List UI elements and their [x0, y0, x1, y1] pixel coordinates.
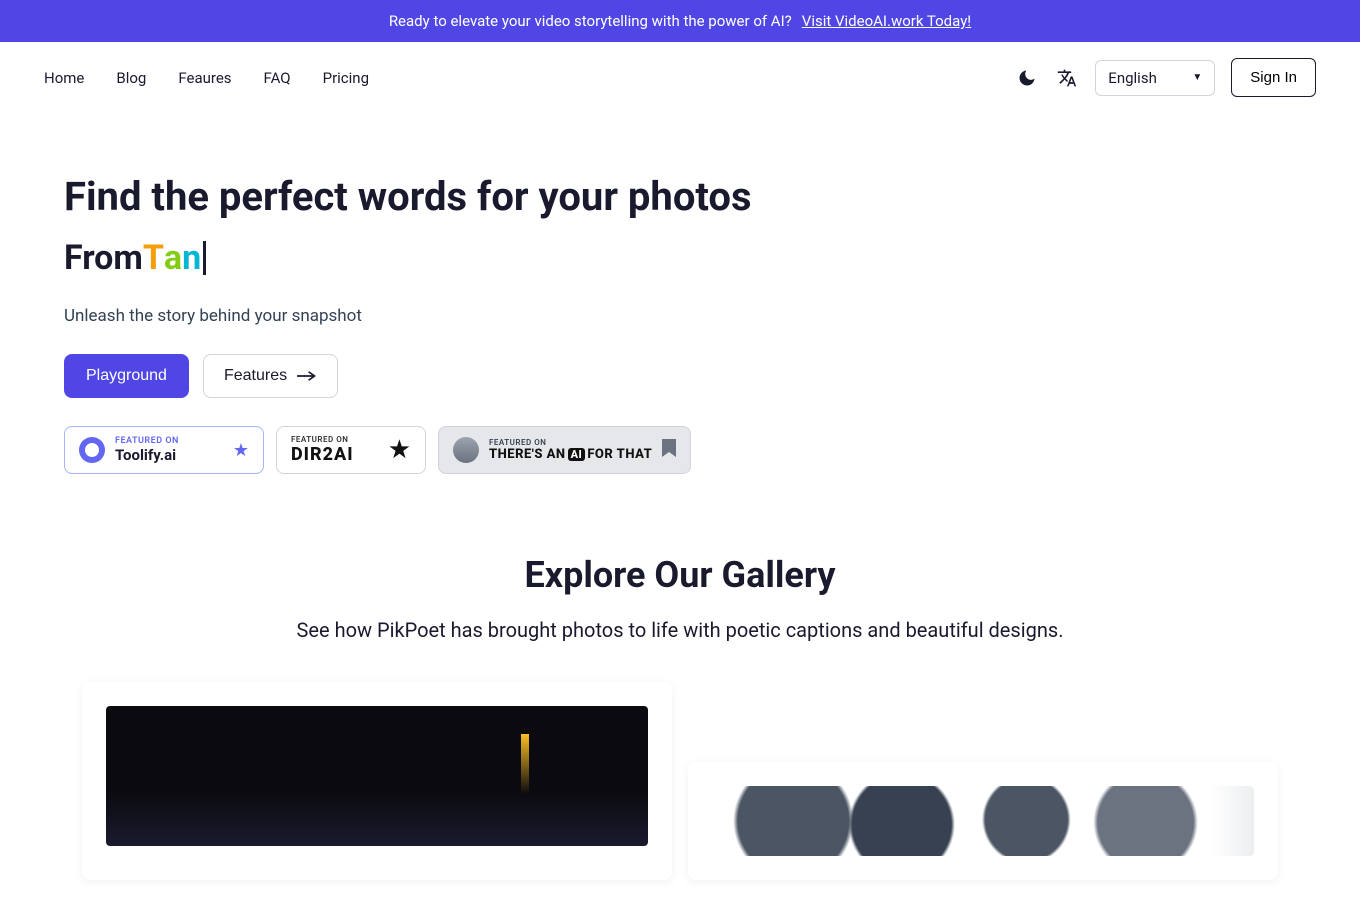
main-nav: Home Blog Feaures FAQ Pricing English ▼ … — [0, 42, 1360, 113]
nav-faq[interactable]: FAQ — [264, 69, 291, 87]
gallery-image-rocks-stream — [712, 786, 1254, 856]
bookmark-icon — [662, 439, 676, 462]
promo-text: Ready to elevate your video storytelling… — [389, 12, 792, 30]
hero-actions: Playground Features — [64, 354, 1296, 398]
typing-cursor-icon — [203, 241, 206, 275]
gallery-section: Explore Our Gallery See how PikPoet has … — [0, 514, 1360, 920]
gallery-image-night-tower — [106, 706, 648, 846]
hero-title: Find the perfect words for your photos — [64, 173, 1296, 220]
chevron-down-icon: ▼ — [1192, 72, 1202, 83]
badge-toolify-name: Toolify.ai — [115, 446, 179, 464]
promo-link[interactable]: Visit VideoAI.work Today! — [802, 12, 971, 30]
featured-badges: FEATURED ON Toolify.ai ★ FEATURED ON DIR… — [64, 426, 1296, 474]
hero-from-prefix: From — [64, 238, 143, 278]
badge-dir2ai-name: DIR2AI — [291, 444, 354, 465]
badge-featured-label: FEATURED ON — [291, 435, 354, 444]
hero-subtitle: Unleash the story behind your snapshot — [64, 306, 1296, 326]
gallery-card[interactable] — [688, 762, 1278, 880]
nav-links: Home Blog Feaures FAQ Pricing — [44, 69, 369, 87]
gallery-subtitle: See how PikPoet has brought photos to li… — [64, 618, 1296, 642]
nav-home[interactable]: Home — [44, 69, 84, 87]
star-icon: ★ — [388, 435, 411, 465]
playground-button[interactable]: Playground — [64, 354, 189, 398]
dark-mode-icon[interactable] — [1015, 66, 1039, 90]
hero-typed-text: T a n — [143, 238, 201, 278]
arrow-right-icon — [297, 370, 317, 382]
features-button-label: Features — [224, 367, 287, 385]
signin-button[interactable]: Sign In — [1231, 58, 1316, 97]
badge-theresanaiforthat[interactable]: FEATURED ON THERE'S ANAIFOR THAT — [438, 426, 691, 474]
badge-featured-label: FEATURED ON — [489, 438, 652, 447]
language-value: English — [1108, 69, 1157, 87]
nav-blog[interactable]: Blog — [116, 69, 146, 87]
taaft-logo-icon — [453, 437, 479, 463]
badge-taaft-name: THERE'S ANAIFOR THAT — [489, 447, 652, 462]
gallery-card[interactable] — [82, 682, 672, 880]
badge-featured-label: FEATURED ON — [115, 436, 179, 446]
nav-pricing[interactable]: Pricing — [323, 69, 369, 87]
hero: Find the perfect words for your photos F… — [0, 113, 1360, 514]
toolify-logo-icon — [79, 437, 105, 463]
nav-right: English ▼ Sign In — [1015, 58, 1316, 97]
nav-features[interactable]: Feaures — [178, 69, 231, 87]
star-icon: ★ — [233, 440, 249, 461]
translate-icon[interactable] — [1055, 66, 1079, 90]
features-button[interactable]: Features — [203, 354, 338, 398]
gallery-title: Explore Our Gallery — [64, 554, 1296, 596]
gallery-grid — [64, 682, 1296, 880]
badge-dir2ai[interactable]: FEATURED ON DIR2AI ★ — [276, 426, 426, 474]
promo-banner: Ready to elevate your video storytelling… — [0, 0, 1360, 42]
language-select[interactable]: English ▼ — [1095, 60, 1215, 96]
hero-typed-line: From T a n — [64, 238, 1296, 278]
badge-toolify[interactable]: FEATURED ON Toolify.ai ★ — [64, 426, 264, 474]
